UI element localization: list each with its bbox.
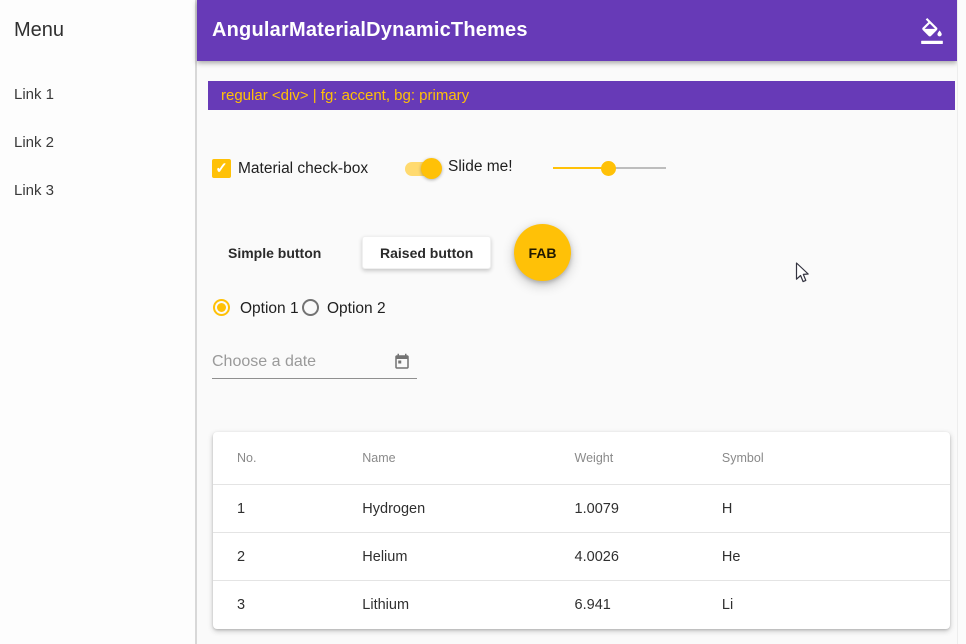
table-row: 1 Hydrogen 1.0079 H (213, 484, 950, 532)
fab-button[interactable]: FAB (514, 224, 571, 281)
banner-text: regular <div> | fg: accent, bg: primary (208, 87, 469, 104)
cell-symbol: He (698, 549, 950, 565)
elements-table: No. Name Weight Symbol 1 Hydrogen 1.0079… (213, 432, 950, 629)
cell-weight: 6.941 (551, 597, 698, 613)
cell-no: 3 (213, 597, 338, 613)
radio-option-2[interactable] (302, 299, 319, 316)
slider-thumb[interactable] (601, 161, 616, 176)
sidebar-item-link2[interactable]: Link 2 (14, 134, 54, 151)
material-checkbox[interactable]: ✓ (212, 159, 231, 178)
scrollbar[interactable] (957, 0, 966, 644)
radio-option-2-label[interactable]: Option 2 (327, 300, 386, 318)
cell-no: 1 (213, 501, 338, 517)
date-underline (212, 378, 417, 379)
cell-weight: 4.0026 (551, 549, 698, 565)
slider-fill (553, 167, 608, 169)
cell-weight: 1.0079 (551, 501, 698, 517)
table-row: 3 Lithium 6.941 Li (213, 580, 950, 628)
column-header-no: No. (213, 451, 338, 465)
cell-no: 2 (213, 549, 338, 565)
column-header-symbol: Symbol (698, 451, 950, 465)
checkmark-icon: ✓ (215, 161, 228, 176)
raised-button[interactable]: Raised button (362, 236, 491, 269)
mouse-cursor-icon (795, 262, 810, 285)
date-placeholder: Choose a date (212, 353, 316, 371)
format-color-fill-icon (919, 18, 945, 44)
theme-fill-button[interactable] (915, 14, 949, 48)
slide-toggle-label[interactable]: Slide me! (448, 158, 513, 176)
cell-symbol: H (698, 501, 950, 517)
slide-toggle-thumb[interactable] (421, 158, 442, 179)
simple-button[interactable]: Simple button (213, 235, 336, 271)
checkbox-label[interactable]: Material check-box (238, 160, 368, 178)
radio-option-1-label[interactable]: Option 1 (240, 300, 299, 318)
cell-symbol: Li (698, 597, 950, 613)
datepicker-toggle-button[interactable] (393, 353, 411, 371)
table-header-row: No. Name Weight Symbol (213, 432, 950, 484)
sidebar: Menu Link 1 Link 2 Link 3 (0, 0, 197, 644)
calendar-icon (393, 353, 411, 371)
radio-option-1[interactable] (213, 299, 230, 316)
cell-name: Helium (338, 549, 550, 565)
radio-selected-dot (217, 303, 226, 312)
table-row: 2 Helium 4.0026 He (213, 532, 950, 580)
page-title: AngularMaterialDynamicThemes (197, 19, 528, 42)
slider[interactable] (553, 160, 666, 176)
date-input[interactable]: Choose a date (212, 350, 417, 379)
sidebar-item-link3[interactable]: Link 3 (14, 182, 54, 199)
theme-demo-banner: regular <div> | fg: accent, bg: primary (208, 81, 955, 110)
sidebar-menu-title: Menu (14, 19, 64, 42)
column-header-weight: Weight (551, 451, 698, 465)
cell-name: Hydrogen (338, 501, 550, 517)
column-header-name: Name (338, 451, 550, 465)
sidebar-item-link1[interactable]: Link 1 (14, 86, 54, 103)
cell-name: Lithium (338, 597, 550, 613)
app-toolbar: AngularMaterialDynamicThemes (197, 0, 957, 61)
